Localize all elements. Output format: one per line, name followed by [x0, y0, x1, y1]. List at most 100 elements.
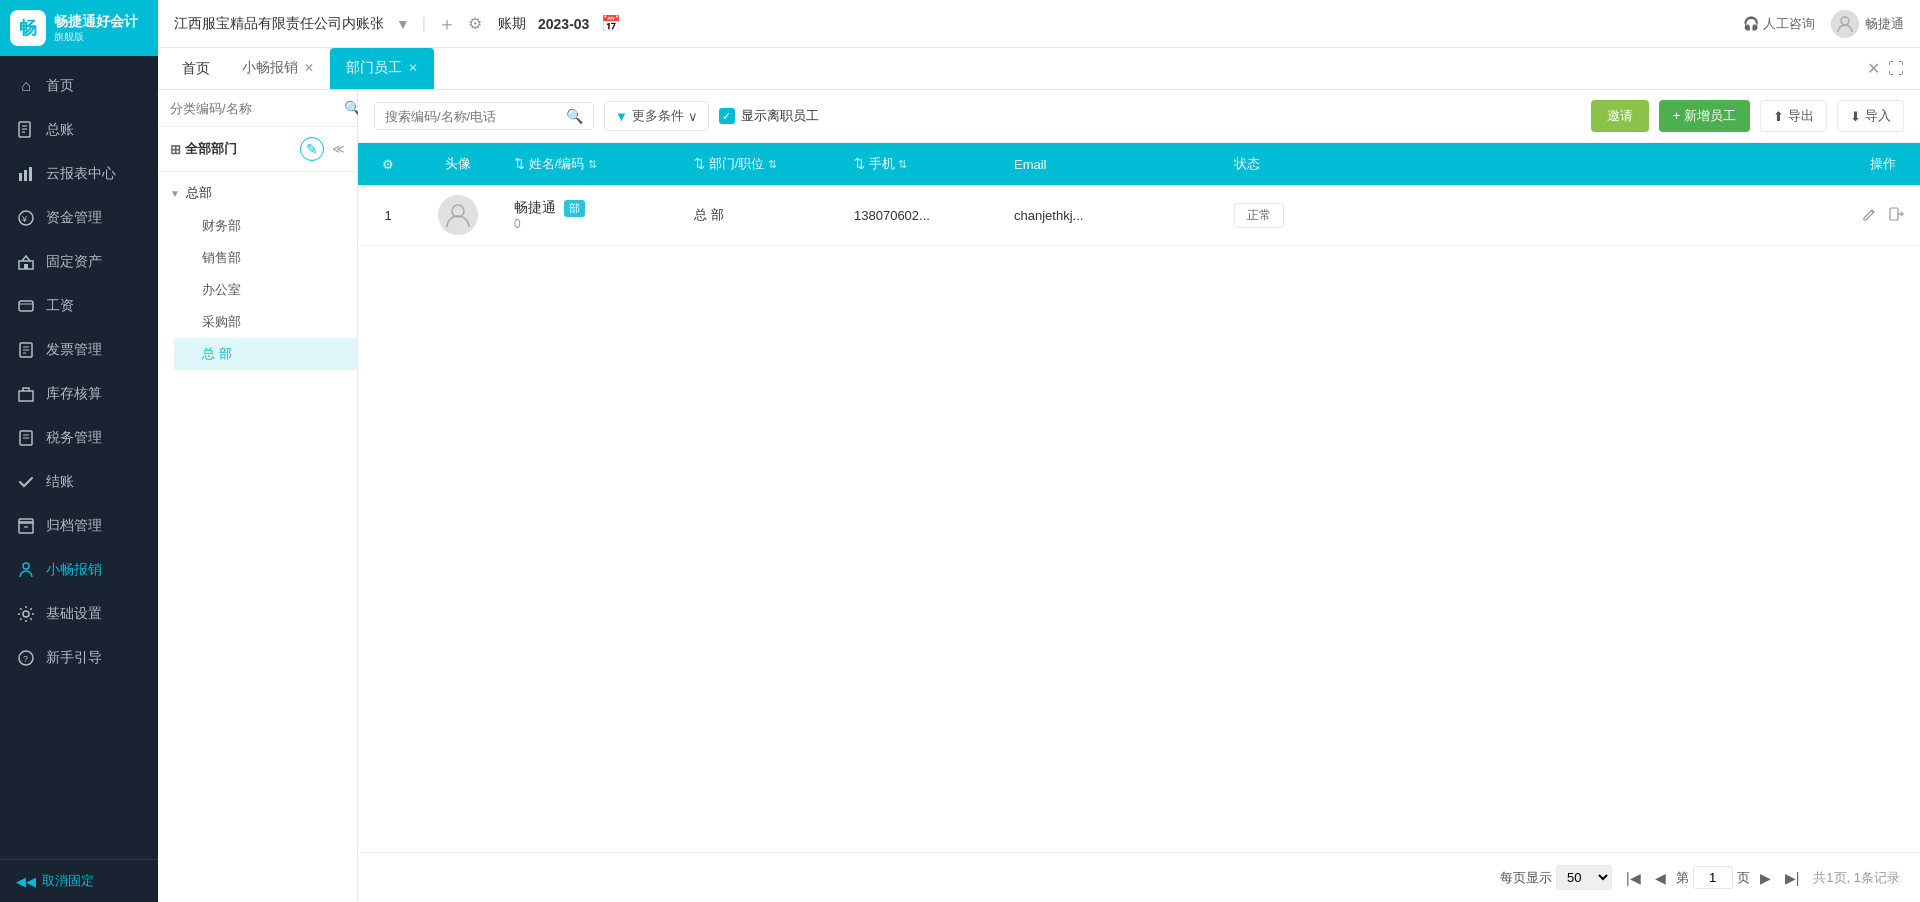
funds-icon: ¥	[16, 208, 36, 228]
row-name-cell: 畅捷通 部 0	[498, 185, 678, 246]
logout-employee-button[interactable]	[1888, 206, 1904, 225]
page-prev-button[interactable]: ◀	[1651, 868, 1670, 888]
col-header-dept[interactable]: ⇅ 部门/职位	[678, 143, 838, 185]
page-first-button[interactable]: |◀	[1622, 868, 1645, 888]
period-label: 账期	[498, 15, 526, 33]
sidebar-item-settings[interactable]: 基础设置	[0, 592, 158, 636]
page-unit-label: 页	[1737, 869, 1750, 887]
tab-home[interactable]: 首页	[166, 48, 226, 89]
company-name[interactable]: 江西服宝精品有限责任公司内账张	[174, 15, 384, 33]
sidebar-item-inventory[interactable]: 库存核算	[0, 372, 158, 416]
page-number-input[interactable]: 1	[1693, 866, 1733, 889]
topbar-right: 🎧 人工咨询 畅捷通	[1743, 10, 1904, 38]
tab-expense[interactable]: 小畅报销 ✕	[226, 48, 330, 89]
dept-leaf-general[interactable]: 总 部	[174, 338, 357, 370]
dept-panel: 🔍 ⊞ 全部部门 ✎ ≪ ▼ 总部 财务部	[158, 90, 358, 902]
col-header-phone[interactable]: ⇅ 手机	[838, 143, 998, 185]
sidebar-item-expense[interactable]: 小畅报销	[0, 548, 158, 592]
sidebar-item-home[interactable]: ⌂ 首页	[0, 64, 158, 108]
sidebar-item-archive[interactable]: 归档管理	[0, 504, 158, 548]
dept-leaf-purchasing[interactable]: 采购部	[174, 306, 357, 338]
settings-button[interactable]: ⚙	[468, 14, 482, 33]
col-header-action: 操作	[1338, 143, 1920, 185]
invite-button[interactable]: 邀请	[1591, 100, 1649, 132]
dept-node-header-headquarters[interactable]: ▼ 总部	[158, 176, 357, 210]
edit-employee-button[interactable]	[1862, 206, 1878, 225]
tab-department-label: 部门员工	[346, 59, 402, 77]
dept-node-headquarters: ▼ 总部 财务部 销售部 办公室 采购	[158, 176, 357, 370]
col-name-label: ⇅	[514, 156, 529, 171]
tab-expense-close-icon[interactable]: ✕	[304, 61, 314, 75]
page-total-label: 共1页, 1条记录	[1813, 869, 1900, 887]
col-header-name[interactable]: ⇅ 姓名/编码	[498, 143, 678, 185]
page-last-button[interactable]: ▶|	[1781, 868, 1804, 888]
dept-leaf-finance[interactable]: 财务部	[174, 210, 357, 242]
add-employee-button[interactable]: + 新增员工	[1659, 100, 1750, 132]
settings-icon	[16, 604, 36, 624]
reports-icon	[16, 164, 36, 184]
dept-leaf-sales[interactable]: 销售部	[174, 242, 357, 274]
sidebar-item-tax[interactable]: 税务管理	[0, 416, 158, 460]
dept-badge: 部	[564, 200, 585, 217]
dept-leaf-office[interactable]: 办公室	[174, 274, 357, 306]
dept-collapse-button[interactable]: ≪	[332, 142, 345, 156]
employee-panel: 🔍 ▼ 更多条件 ∨ ✓ 显示离职员工 邀请 + 新增员工	[358, 90, 1920, 902]
period-value[interactable]: 2023-03	[538, 16, 589, 32]
table-row: 1 畅捷通 部 0	[358, 185, 1920, 246]
support-button[interactable]: 🎧 人工咨询	[1743, 15, 1815, 33]
dept-search-input[interactable]	[170, 101, 338, 116]
sidebar-item-label: 库存核算	[46, 385, 102, 403]
tab-department[interactable]: 部门员工 ✕	[330, 48, 434, 89]
sidebar-item-assets[interactable]: 固定资产	[0, 240, 158, 284]
row-dept: 总 部	[678, 185, 838, 246]
sidebar-item-label: 资金管理	[46, 209, 102, 227]
employee-search-icon[interactable]: 🔍	[566, 108, 583, 124]
show-resigned-toggle[interactable]: ✓ 显示离职员工	[719, 107, 819, 125]
filter-label: 更多条件	[632, 107, 684, 125]
filter-button[interactable]: ▼ 更多条件 ∨	[604, 101, 709, 131]
company-dropdown-icon[interactable]: ▼	[396, 16, 410, 32]
import-label: 导入	[1865, 107, 1891, 125]
sidebar-item-label: 基础设置	[46, 605, 102, 623]
svg-point-28	[1841, 17, 1849, 25]
settings-col-icon: ⚙	[382, 157, 394, 172]
sidebar-item-salary[interactable]: 工资	[0, 284, 158, 328]
sidebar-item-closing[interactable]: 结账	[0, 460, 158, 504]
cancel-pin-label: 取消固定	[42, 872, 94, 890]
per-page-dropdown[interactable]: 10 20 50 100	[1556, 865, 1612, 890]
tax-icon	[16, 428, 36, 448]
topbar-divider: |	[422, 15, 426, 33]
row-status-cell: 正常	[1218, 185, 1338, 246]
svg-point-29	[452, 205, 464, 217]
sidebar-item-label: 税务管理	[46, 429, 102, 447]
cancel-pin-button[interactable]: ◀◀ 取消固定	[0, 859, 158, 902]
main-area: 江西服宝精品有限责任公司内账张 ▼ | ＋ ⚙ 账期 2023-03 📅 🎧 人…	[158, 0, 1920, 902]
col-dept-sort-icon: ⇅	[694, 156, 709, 171]
employee-search-input[interactable]	[385, 109, 560, 124]
sidebar-item-label: 新手引导	[46, 649, 102, 667]
page-next-button[interactable]: ▶	[1756, 868, 1775, 888]
export-button[interactable]: ⬆ 导出	[1760, 100, 1827, 132]
status-badge: 正常	[1234, 203, 1284, 228]
sidebar-item-label: 工资	[46, 297, 74, 315]
user-menu[interactable]: 畅捷通	[1831, 10, 1904, 38]
sidebar-item-ledger[interactable]: 总账	[0, 108, 158, 152]
col-header-gear[interactable]: ⚙	[358, 143, 418, 185]
calendar-icon[interactable]: 📅	[601, 14, 621, 33]
sidebar-item-funds[interactable]: ¥ 资金管理	[0, 196, 158, 240]
sidebar-item-guide[interactable]: ? 新手引导	[0, 636, 158, 680]
sidebar-item-label: 首页	[46, 77, 74, 95]
add-company-button[interactable]: ＋	[438, 12, 456, 36]
pagination: |◀ ◀ 第 1 页 ▶ ▶|	[1622, 866, 1803, 889]
sidebar-item-invoice[interactable]: 发票管理	[0, 328, 158, 372]
sidebar-item-label: 小畅报销	[46, 561, 102, 579]
dept-add-button[interactable]: ✎	[300, 137, 324, 161]
tab-department-close-icon[interactable]: ✕	[408, 61, 418, 75]
svg-rect-22	[19, 519, 33, 523]
sidebar-item-reports[interactable]: 云报表中心	[0, 152, 158, 196]
close-tabs-button[interactable]: ✕	[1867, 59, 1880, 78]
employees-data-table: ⚙ 头像 ⇅ 姓名/编码 ⇅ 部门/职位	[358, 143, 1920, 246]
expand-tabs-button[interactable]: ⛶	[1888, 60, 1904, 78]
import-button[interactable]: ⬇ 导入	[1837, 100, 1904, 132]
sidebar-logo: 畅 畅捷通好会计 旗舰版	[0, 0, 158, 56]
